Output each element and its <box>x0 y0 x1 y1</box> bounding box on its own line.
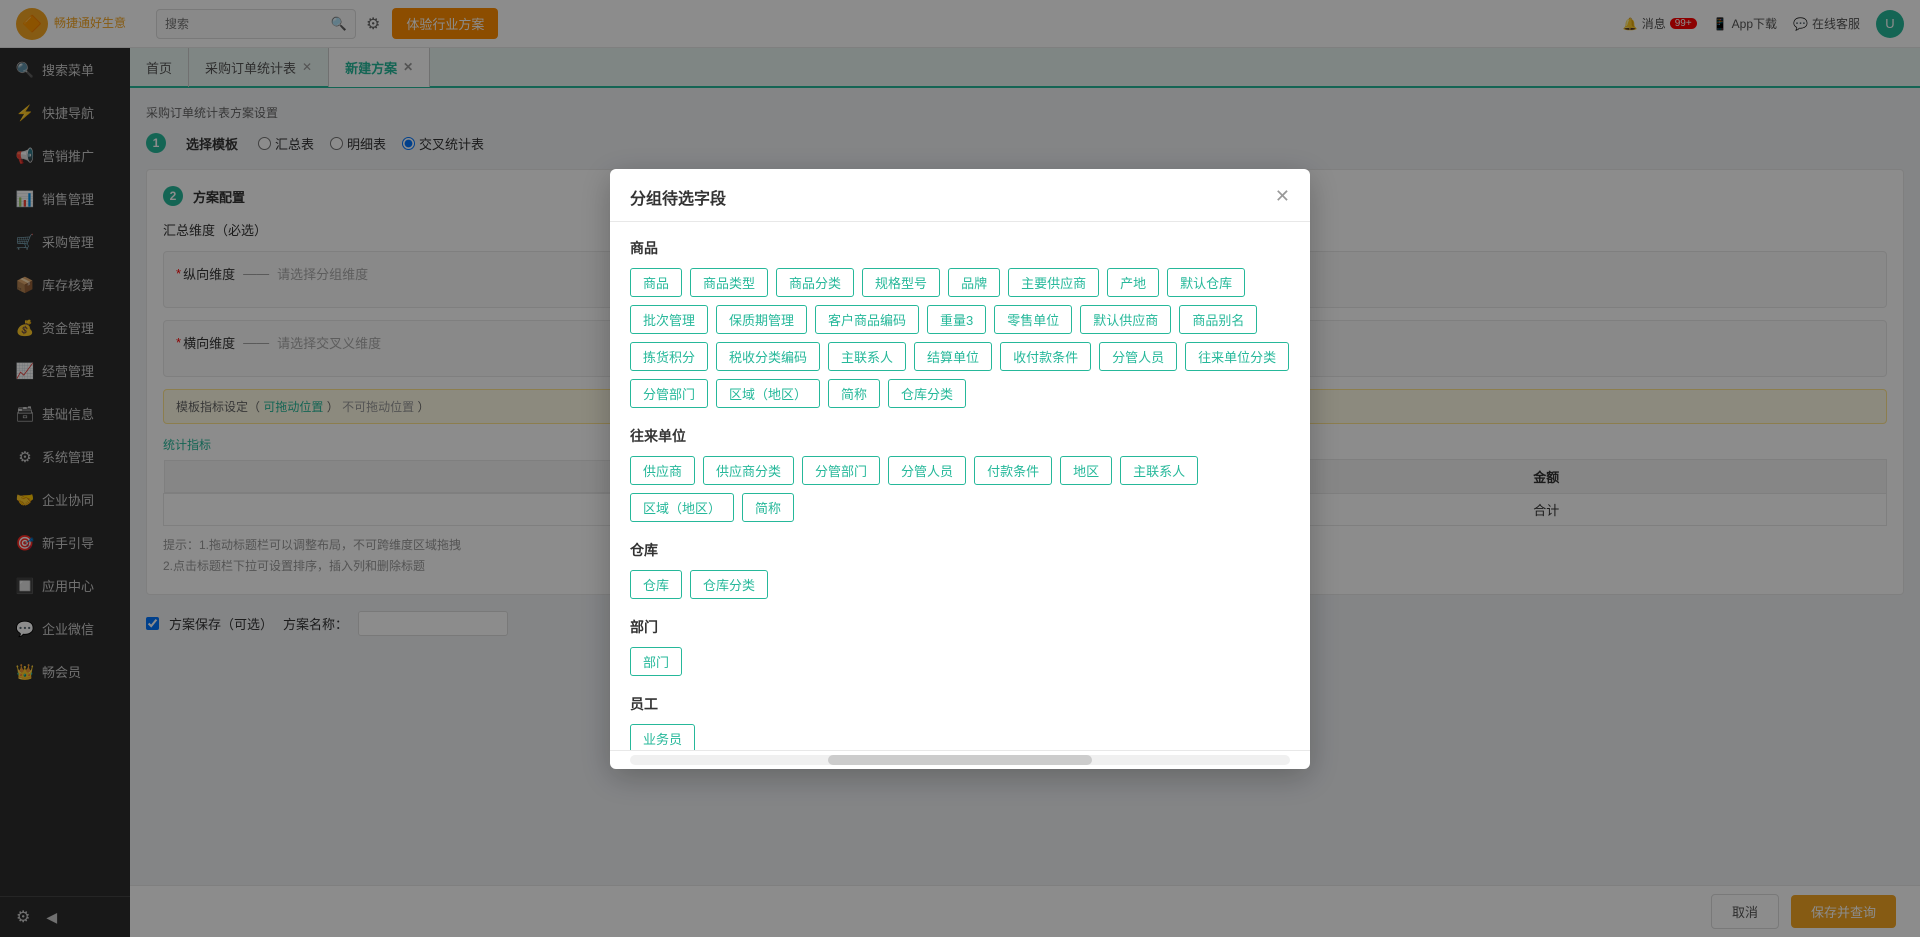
field-tag[interactable]: 保质期管理 <box>716 305 807 334</box>
field-tag[interactable]: 税收分类编码 <box>716 342 820 371</box>
field-tag[interactable]: 分管人员 <box>888 456 966 485</box>
dialog-close-icon[interactable]: ✕ <box>1275 186 1290 207</box>
modal-overlay: 分组待选字段 ✕ 商品商品商品类型商品分类规格型号品牌主要供应商产地默认仓库批次… <box>0 0 1920 937</box>
field-tag[interactable]: 区域（地区） <box>630 493 734 522</box>
field-tag[interactable]: 品牌 <box>948 268 1000 297</box>
field-tag[interactable]: 业务员 <box>630 724 695 750</box>
field-grid-部门: 部门 <box>630 647 1290 676</box>
field-grid-员工: 业务员 <box>630 724 1290 750</box>
field-select-dialog: 分组待选字段 ✕ 商品商品商品类型商品分类规格型号品牌主要供应商产地默认仓库批次… <box>610 169 1310 769</box>
field-tag[interactable]: 供应商 <box>630 456 695 485</box>
dialog-section-title: 仓库 <box>630 540 1290 560</box>
field-tag[interactable]: 默认供应商 <box>1080 305 1171 334</box>
field-tag[interactable]: 批次管理 <box>630 305 708 334</box>
dialog-section-title: 商品 <box>630 238 1290 258</box>
field-tag[interactable]: 主联系人 <box>828 342 906 371</box>
field-tag[interactable]: 往来单位分类 <box>1185 342 1289 371</box>
field-grid-商品: 商品商品类型商品分类规格型号品牌主要供应商产地默认仓库批次管理保质期管理客户商品… <box>630 268 1290 408</box>
field-tag[interactable]: 主要供应商 <box>1008 268 1099 297</box>
field-tag[interactable]: 区域（地区） <box>716 379 820 408</box>
dialog-section-title: 员工 <box>630 694 1290 714</box>
field-grid-仓库: 仓库仓库分类 <box>630 570 1290 599</box>
field-tag[interactable]: 简称 <box>742 493 794 522</box>
field-tag[interactable]: 付款条件 <box>974 456 1052 485</box>
field-tag[interactable]: 商品别名 <box>1179 305 1257 334</box>
field-tag[interactable]: 产地 <box>1107 268 1159 297</box>
field-tag[interactable]: 规格型号 <box>862 268 940 297</box>
field-grid-往来单位: 供应商供应商分类分管部门分管人员付款条件地区主联系人区域（地区） 简称 <box>630 456 1290 522</box>
field-tag[interactable]: 分管部门 <box>802 456 880 485</box>
field-tag[interactable]: 仓库 <box>630 570 682 599</box>
dialog-section-仓库: 仓库仓库仓库分类 <box>630 540 1290 599</box>
field-tag[interactable]: 零售单位 <box>994 305 1072 334</box>
dialog-section-title: 往来单位 <box>630 426 1290 446</box>
field-tag[interactable]: 主联系人 <box>1120 456 1198 485</box>
field-tag[interactable]: 简称 <box>828 379 880 408</box>
field-tag[interactable]: 结算单位 <box>914 342 992 371</box>
field-tag[interactable]: 默认仓库 <box>1167 268 1245 297</box>
field-tag[interactable]: 仓库分类 <box>690 570 768 599</box>
dialog-body: 商品商品商品类型商品分类规格型号品牌主要供应商产地默认仓库批次管理保质期管理客户… <box>610 222 1310 750</box>
field-tag[interactable]: 商品分类 <box>776 268 854 297</box>
field-tag[interactable]: 仓库分类 <box>888 379 966 408</box>
dialog-section-部门: 部门部门 <box>630 617 1290 676</box>
field-tag[interactable]: 供应商分类 <box>703 456 794 485</box>
dialog-section-title: 部门 <box>630 617 1290 637</box>
dialog-hscroll <box>610 750 1310 769</box>
dialog-header: 分组待选字段 ✕ <box>610 169 1310 222</box>
field-tag[interactable]: 分管人员 <box>1099 342 1177 371</box>
field-tag[interactable]: 收付款条件 <box>1000 342 1091 371</box>
field-tag[interactable]: 重量3 <box>927 305 986 334</box>
field-tag[interactable]: 拣货积分 <box>630 342 708 371</box>
field-tag[interactable]: 客户商品编码 <box>815 305 919 334</box>
dialog-section-往来单位: 往来单位供应商供应商分类分管部门分管人员付款条件地区主联系人区域（地区） 简称 <box>630 426 1290 522</box>
hscroll-bar[interactable] <box>630 755 1290 765</box>
field-tag[interactable]: 商品类型 <box>690 268 768 297</box>
field-tag[interactable]: 分管部门 <box>630 379 708 408</box>
field-tag[interactable]: 商品 <box>630 268 682 297</box>
dialog-section-商品: 商品商品商品类型商品分类规格型号品牌主要供应商产地默认仓库批次管理保质期管理客户… <box>630 238 1290 408</box>
hscroll-thumb <box>828 755 1092 765</box>
dialog-section-员工: 员工业务员 <box>630 694 1290 750</box>
dialog-title: 分组待选字段 <box>630 185 726 209</box>
field-tag[interactable]: 部门 <box>630 647 682 676</box>
field-tag[interactable]: 地区 <box>1060 456 1112 485</box>
